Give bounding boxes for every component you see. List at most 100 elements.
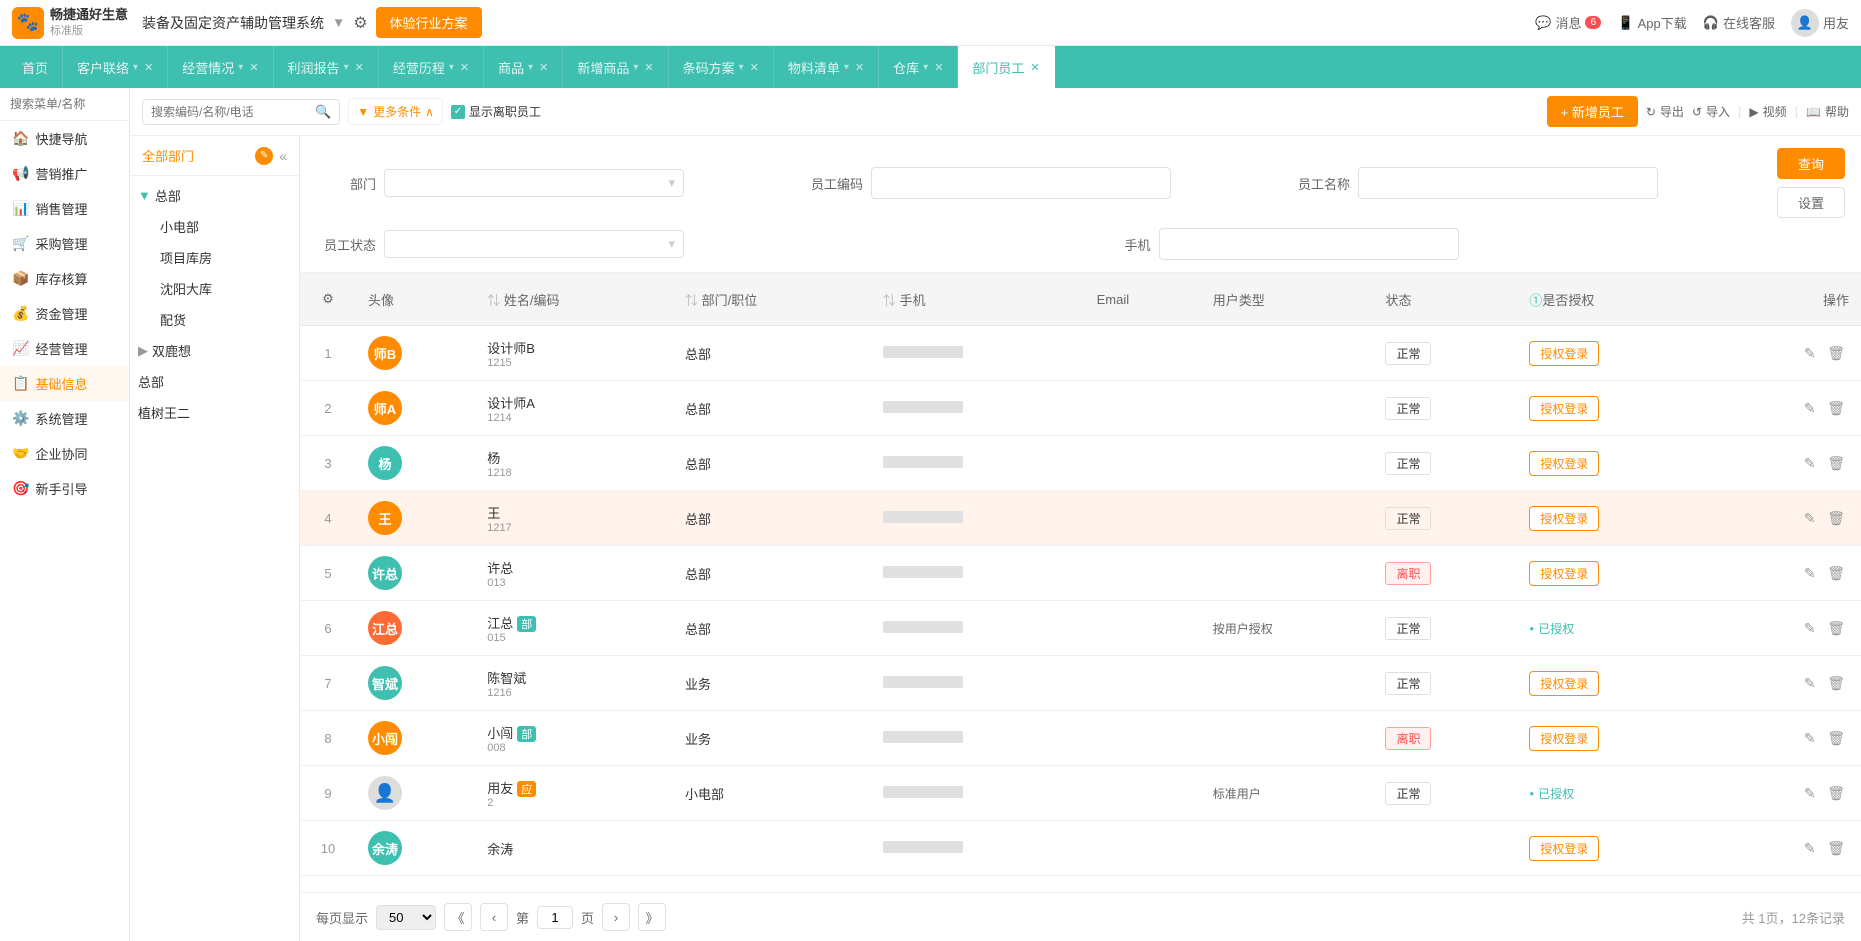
nav-home[interactable]: 首页 [8,46,63,88]
set-btn[interactable]: 设置 [1777,187,1845,218]
close-icon[interactable]: ✕ [644,61,653,74]
nav-tab-history[interactable]: 经营历程▾✕ [379,46,484,88]
dept-item-project[interactable]: 项目库房 [148,242,299,273]
auth-login-btn[interactable]: 授权登录 [1529,506,1599,531]
search-btn-icon[interactable]: 🔍 [315,104,331,120]
close-icon[interactable]: ✕ [460,61,469,74]
video-btn[interactable]: ▶ 视频 [1749,103,1786,120]
page-number-input[interactable] [537,906,573,929]
dept-item-xiaodian[interactable]: 小电部 [148,211,299,242]
search-input[interactable] [151,105,311,119]
delete-btn[interactable]: 🗑 [1823,398,1849,419]
more-conditions-btn[interactable]: ▼ 更多条件 ∧ [348,98,443,125]
dept-item-zhishuwang[interactable]: 植树王二 [130,397,299,428]
phone-input[interactable] [1159,228,1459,260]
nav-tab-profit[interactable]: 利润报告▾✕ [274,46,379,88]
nav-tab-dept-emp[interactable]: 部门员工✕ [958,46,1054,88]
sidebar-item-guide[interactable]: 🎯 新手引导 [0,471,129,506]
sidebar-item-inventory[interactable]: 📦 库存核算 [0,261,129,296]
dept-edit-btn[interactable]: ✎ [255,147,273,165]
sidebar-search-input[interactable] [10,97,130,111]
trial-btn[interactable]: 体验行业方案 [376,7,482,38]
close-icon[interactable]: ✕ [539,61,548,74]
auth-login-btn[interactable]: 授权登录 [1529,671,1599,696]
close-icon[interactable]: ✕ [249,61,258,74]
close-icon[interactable]: ✕ [1030,61,1039,74]
edit-btn[interactable]: ✎ [1800,453,1820,474]
auth-login-btn[interactable]: 授权登录 [1529,451,1599,476]
system-dropdown-btn[interactable]: ▼ [332,15,345,30]
close-icon[interactable]: ✕ [144,61,153,74]
dept-item-shuanglu[interactable]: ▶ 双鹿想 [130,335,299,366]
close-icon[interactable]: ✕ [355,61,364,74]
user-area[interactable]: 👤 用友 [1791,9,1849,37]
edit-btn[interactable]: ✎ [1800,728,1820,749]
dept-item-head[interactable]: ▼ 总部 [130,180,299,211]
edit-btn[interactable]: ✎ [1800,783,1820,804]
help-btn[interactable]: 📖 帮助 [1806,103,1849,120]
edit-btn[interactable]: ✎ [1800,838,1820,859]
sort-icon[interactable]: ⇅ [685,293,698,308]
delete-btn[interactable]: 🗑 [1823,728,1849,749]
settings-btn[interactable]: ⚙ [353,13,367,33]
auth-login-btn[interactable]: 授权登录 [1529,726,1599,751]
close-icon[interactable]: ✕ [934,61,943,74]
nav-tab-customer[interactable]: 客户联络▾✕ [63,46,168,88]
emp-code-input[interactable] [871,167,1171,199]
dept-collapse-btn[interactable]: « [279,148,287,164]
app-download-btn[interactable]: 📱 App下载 [1617,13,1686,32]
edit-btn[interactable]: ✎ [1800,398,1820,419]
sidebar-item-sales[interactable]: 📊 销售管理 [0,191,129,226]
column-settings-btn[interactable]: ⚙ [312,283,344,315]
delete-btn[interactable]: 🗑 [1823,343,1849,364]
edit-btn[interactable]: ✎ [1800,673,1820,694]
export-btn[interactable]: ↻ 导出 [1646,103,1684,120]
delete-btn[interactable]: 🗑 [1823,783,1849,804]
sidebar-item-enterprise[interactable]: 🤝 企业协同 [0,436,129,471]
nav-tab-warehouse[interactable]: 仓库▾✕ [879,46,958,88]
last-page-btn[interactable]: 》 [638,903,666,931]
delete-btn[interactable]: 🗑 [1823,563,1849,584]
delete-btn[interactable]: 🗑 [1823,618,1849,639]
next-page-btn[interactable]: › [602,903,630,931]
sidebar-item-purchase[interactable]: 🛒 采购管理 [0,226,129,261]
emp-name-input[interactable] [1358,167,1658,199]
nav-tab-barcode[interactable]: 条码方案▾✕ [669,46,774,88]
sidebar-item-operations[interactable]: 📈 经营管理 [0,331,129,366]
emp-status-select[interactable]: ▾ [384,230,684,258]
edit-btn[interactable]: ✎ [1800,618,1820,639]
prev-page-btn[interactable]: ‹ [480,903,508,931]
dept-item-shenyang[interactable]: 沈阳大库 [148,273,299,304]
sidebar-item-finance[interactable]: 💰 资金管理 [0,296,129,331]
edit-btn[interactable]: ✎ [1800,563,1820,584]
dept-item-peihuo[interactable]: 配货 [148,304,299,335]
per-page-select[interactable]: 50 100 200 [376,905,436,930]
nav-tab-goods[interactable]: 商品▾✕ [484,46,563,88]
auth-login-btn[interactable]: 授权登录 [1529,561,1599,586]
close-icon[interactable]: ✕ [855,61,864,74]
auth-login-btn[interactable]: 授权登录 [1529,396,1599,421]
sidebar-item-basic-info[interactable]: 📋 基础信息 [0,366,129,401]
sidebar-item-marketing[interactable]: 📢 营销推广 [0,156,129,191]
auth-login-btn[interactable]: 授权登录 [1529,341,1599,366]
dept-select[interactable]: ▾ [384,169,684,197]
nav-tab-ops[interactable]: 经营情况▾✕ [168,46,273,88]
show-resigned-toggle[interactable]: ✓ 显示离职员工 [451,103,541,120]
add-employee-btn[interactable]: + 新增员工 [1547,96,1638,127]
online-service-btn[interactable]: 🎧 在线客服 [1703,13,1775,32]
delete-btn[interactable]: 🗑 [1823,838,1849,859]
query-btn[interactable]: 查询 [1777,148,1845,179]
close-icon[interactable]: ✕ [750,61,759,74]
delete-btn[interactable]: 🗑 [1823,673,1849,694]
messages-btn[interactable]: 💬 消息 6 [1535,13,1601,32]
edit-btn[interactable]: ✎ [1800,343,1820,364]
dept-item-zongbu[interactable]: 总部 [130,366,299,397]
nav-tab-bom[interactable]: 物料清单▾✕ [774,46,879,88]
first-page-btn[interactable]: 《 [444,903,472,931]
import-btn[interactable]: ↺ 导入 [1692,103,1730,120]
delete-btn[interactable]: 🗑 [1823,453,1849,474]
sidebar-item-quick-nav[interactable]: 🏠 快捷导航 [0,121,129,156]
auth-login-btn[interactable]: 授权登录 [1529,836,1599,861]
sidebar-item-system[interactable]: ⚙️ 系统管理 [0,401,129,436]
edit-btn[interactable]: ✎ [1800,508,1820,529]
